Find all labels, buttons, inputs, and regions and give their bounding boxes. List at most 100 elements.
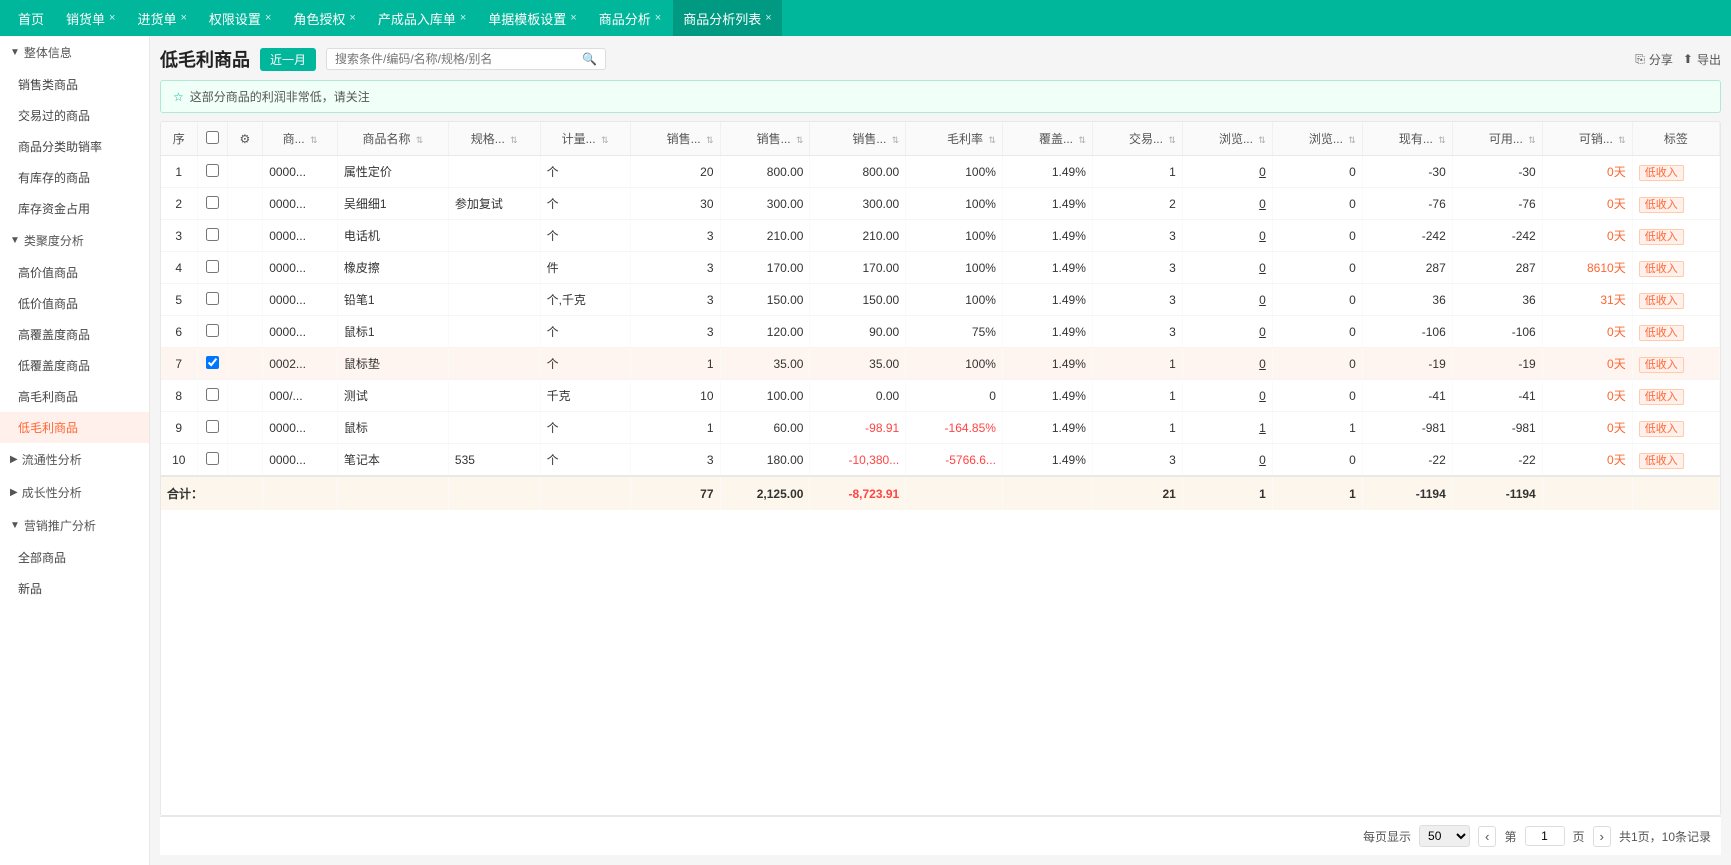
row-name[interactable]: 铅笔1 bbox=[337, 284, 448, 316]
search-icon[interactable]: 🔍 bbox=[582, 52, 597, 66]
row-browse1[interactable]: 0 bbox=[1182, 252, 1272, 284]
time-filter-button[interactable]: 近一月 bbox=[260, 48, 316, 71]
row-browse1[interactable]: 0 bbox=[1182, 316, 1272, 348]
sidebar-group-cluster[interactable]: ▼ 类聚度分析 bbox=[0, 224, 149, 257]
nav-purchase-order[interactable]: 进货单 × bbox=[127, 0, 196, 36]
sidebar-item-new-goods[interactable]: 新品 bbox=[0, 573, 149, 604]
nav-role-auth[interactable]: 角色授权 × bbox=[283, 0, 365, 36]
export-button[interactable]: ⬆ 导出 bbox=[1683, 51, 1721, 68]
sidebar-item-sales-goods[interactable]: 销售类商品 bbox=[0, 69, 149, 100]
row-checkbox[interactable] bbox=[206, 452, 219, 465]
nav-permission[interactable]: 权限设置 × bbox=[199, 0, 281, 36]
row-browse1[interactable]: 0 bbox=[1182, 444, 1272, 477]
sidebar-item-low-coverage[interactable]: 低覆盖度商品 bbox=[0, 350, 149, 381]
nav-close-template[interactable]: × bbox=[570, 12, 576, 24]
col-header-code[interactable]: 商... ⇅ bbox=[263, 122, 338, 156]
sidebar-item-category-rate[interactable]: 商品分类助销率 bbox=[0, 131, 149, 162]
row-browse1[interactable]: 0 bbox=[1182, 188, 1272, 220]
row-checkbox[interactable] bbox=[206, 388, 219, 401]
row-name[interactable]: 吴细细1 bbox=[337, 188, 448, 220]
row-checkbox[interactable] bbox=[206, 228, 219, 241]
page-size-select[interactable]: 10 20 50 100 bbox=[1419, 825, 1470, 847]
search-input[interactable] bbox=[335, 52, 582, 66]
nav-product-instock[interactable]: 产成品入库单 × bbox=[368, 0, 476, 36]
nav-product-analysis-list[interactable]: 商品分析列表 × bbox=[673, 0, 781, 36]
row-browse1[interactable]: 0 bbox=[1182, 220, 1272, 252]
row-checkbox-cell[interactable] bbox=[197, 316, 227, 348]
col-header-name[interactable]: 商品名称 ⇅ bbox=[337, 122, 448, 156]
nav-close-permission[interactable]: × bbox=[265, 12, 271, 24]
row-checkbox[interactable] bbox=[206, 420, 219, 433]
sidebar-item-stock-capital[interactable]: 库存资金占用 bbox=[0, 193, 149, 224]
nav-close-product[interactable]: × bbox=[460, 12, 466, 24]
col-header-gross-rate[interactable]: 毛利率 ⇅ bbox=[906, 122, 1003, 156]
sidebar-item-high-coverage[interactable]: 高覆盖度商品 bbox=[0, 319, 149, 350]
row-checkbox[interactable] bbox=[206, 292, 219, 305]
row-checkbox-cell[interactable] bbox=[197, 348, 227, 380]
row-checkbox-cell[interactable] bbox=[197, 284, 227, 316]
sidebar-item-stocked-goods[interactable]: 有库存的商品 bbox=[0, 162, 149, 193]
col-header-browse2[interactable]: 浏览... ⇅ bbox=[1272, 122, 1362, 156]
col-header-current-stock[interactable]: 现有... ⇅ bbox=[1362, 122, 1452, 156]
row-browse1[interactable]: 1 bbox=[1182, 412, 1272, 444]
row-name[interactable]: 属性定价 bbox=[337, 156, 448, 188]
row-checkbox[interactable] bbox=[206, 196, 219, 209]
sidebar-group-growth[interactable]: ▶ 成长性分析 bbox=[0, 476, 149, 509]
col-header-unit[interactable]: 计量... ⇅ bbox=[540, 122, 630, 156]
row-name[interactable]: 鼠标 bbox=[337, 412, 448, 444]
nav-home[interactable]: 首页 bbox=[8, 0, 54, 36]
nav-close-purchase[interactable]: × bbox=[180, 12, 186, 24]
col-header-sales-profit[interactable]: 销售... ⇅ bbox=[810, 122, 906, 156]
col-header-coverage[interactable]: 覆盖... ⇅ bbox=[1002, 122, 1092, 156]
row-checkbox-cell[interactable] bbox=[197, 252, 227, 284]
row-browse1[interactable]: 0 bbox=[1182, 380, 1272, 412]
row-browse1[interactable]: 0 bbox=[1182, 284, 1272, 316]
col-header-sales-qty[interactable]: 销售... ⇅ bbox=[630, 122, 720, 156]
row-checkbox[interactable] bbox=[206, 260, 219, 273]
nav-close-role[interactable]: × bbox=[349, 12, 355, 24]
select-all-checkbox[interactable] bbox=[206, 131, 219, 144]
sidebar-group-marketing[interactable]: ▼ 营销推广分析 bbox=[0, 509, 149, 542]
sidebar-item-high-margin[interactable]: 高毛利商品 bbox=[0, 381, 149, 412]
row-checkbox-cell[interactable] bbox=[197, 220, 227, 252]
col-header-num[interactable]: 序 bbox=[161, 122, 197, 156]
page-number-input[interactable] bbox=[1525, 826, 1565, 846]
col-header-trade[interactable]: 交易... ⇅ bbox=[1092, 122, 1182, 156]
sidebar-item-low-value[interactable]: 低价值商品 bbox=[0, 288, 149, 319]
row-name[interactable]: 测试 bbox=[337, 380, 448, 412]
sidebar-group-flow[interactable]: ▶ 流通性分析 bbox=[0, 443, 149, 476]
row-name[interactable]: 电话机 bbox=[337, 220, 448, 252]
nav-sales-order[interactable]: 销货单 × bbox=[56, 0, 125, 36]
nav-product-analysis[interactable]: 商品分析 × bbox=[589, 0, 671, 36]
row-checkbox-cell[interactable] bbox=[197, 156, 227, 188]
row-checkbox-cell[interactable] bbox=[197, 444, 227, 477]
sidebar-item-low-margin[interactable]: 低毛利商品 bbox=[0, 412, 149, 443]
col-header-spec[interactable]: 规格... ⇅ bbox=[448, 122, 540, 156]
sidebar-item-traded-goods[interactable]: 交易过的商品 bbox=[0, 100, 149, 131]
nav-template-settings[interactable]: 单据模板设置 × bbox=[478, 0, 586, 36]
col-header-salable[interactable]: 可销... ⇅ bbox=[1542, 122, 1632, 156]
row-checkbox[interactable] bbox=[206, 356, 219, 369]
nav-close-sales[interactable]: × bbox=[109, 12, 115, 24]
row-checkbox[interactable] bbox=[206, 164, 219, 177]
next-page-button[interactable]: › bbox=[1593, 826, 1611, 847]
row-name[interactable]: 笔记本 bbox=[337, 444, 448, 477]
row-name[interactable]: 橡皮擦 bbox=[337, 252, 448, 284]
nav-close-analysis[interactable]: × bbox=[655, 12, 661, 24]
sidebar-item-high-value[interactable]: 高价值商品 bbox=[0, 257, 149, 288]
share-button[interactable]: ⎘ 分享 bbox=[1635, 51, 1673, 68]
col-header-settings[interactable]: ⚙ bbox=[227, 122, 263, 156]
sidebar-item-all-goods[interactable]: 全部商品 bbox=[0, 542, 149, 573]
search-box[interactable]: 🔍 bbox=[326, 48, 606, 70]
col-header-browse1[interactable]: 浏览... ⇅ bbox=[1182, 122, 1272, 156]
row-browse1[interactable]: 0 bbox=[1182, 348, 1272, 380]
sidebar-group-overall[interactable]: ▼ 整体信息 bbox=[0, 36, 149, 69]
col-header-sales-price[interactable]: 销售... ⇅ bbox=[720, 122, 810, 156]
prev-page-button[interactable]: ‹ bbox=[1478, 826, 1496, 847]
row-name[interactable]: 鼠标1 bbox=[337, 316, 448, 348]
row-checkbox-cell[interactable] bbox=[197, 188, 227, 220]
col-header-available[interactable]: 可用... ⇅ bbox=[1452, 122, 1542, 156]
row-browse1[interactable]: 0 bbox=[1182, 156, 1272, 188]
col-header-tag[interactable]: 标签 bbox=[1632, 122, 1719, 156]
row-checkbox[interactable] bbox=[206, 324, 219, 337]
